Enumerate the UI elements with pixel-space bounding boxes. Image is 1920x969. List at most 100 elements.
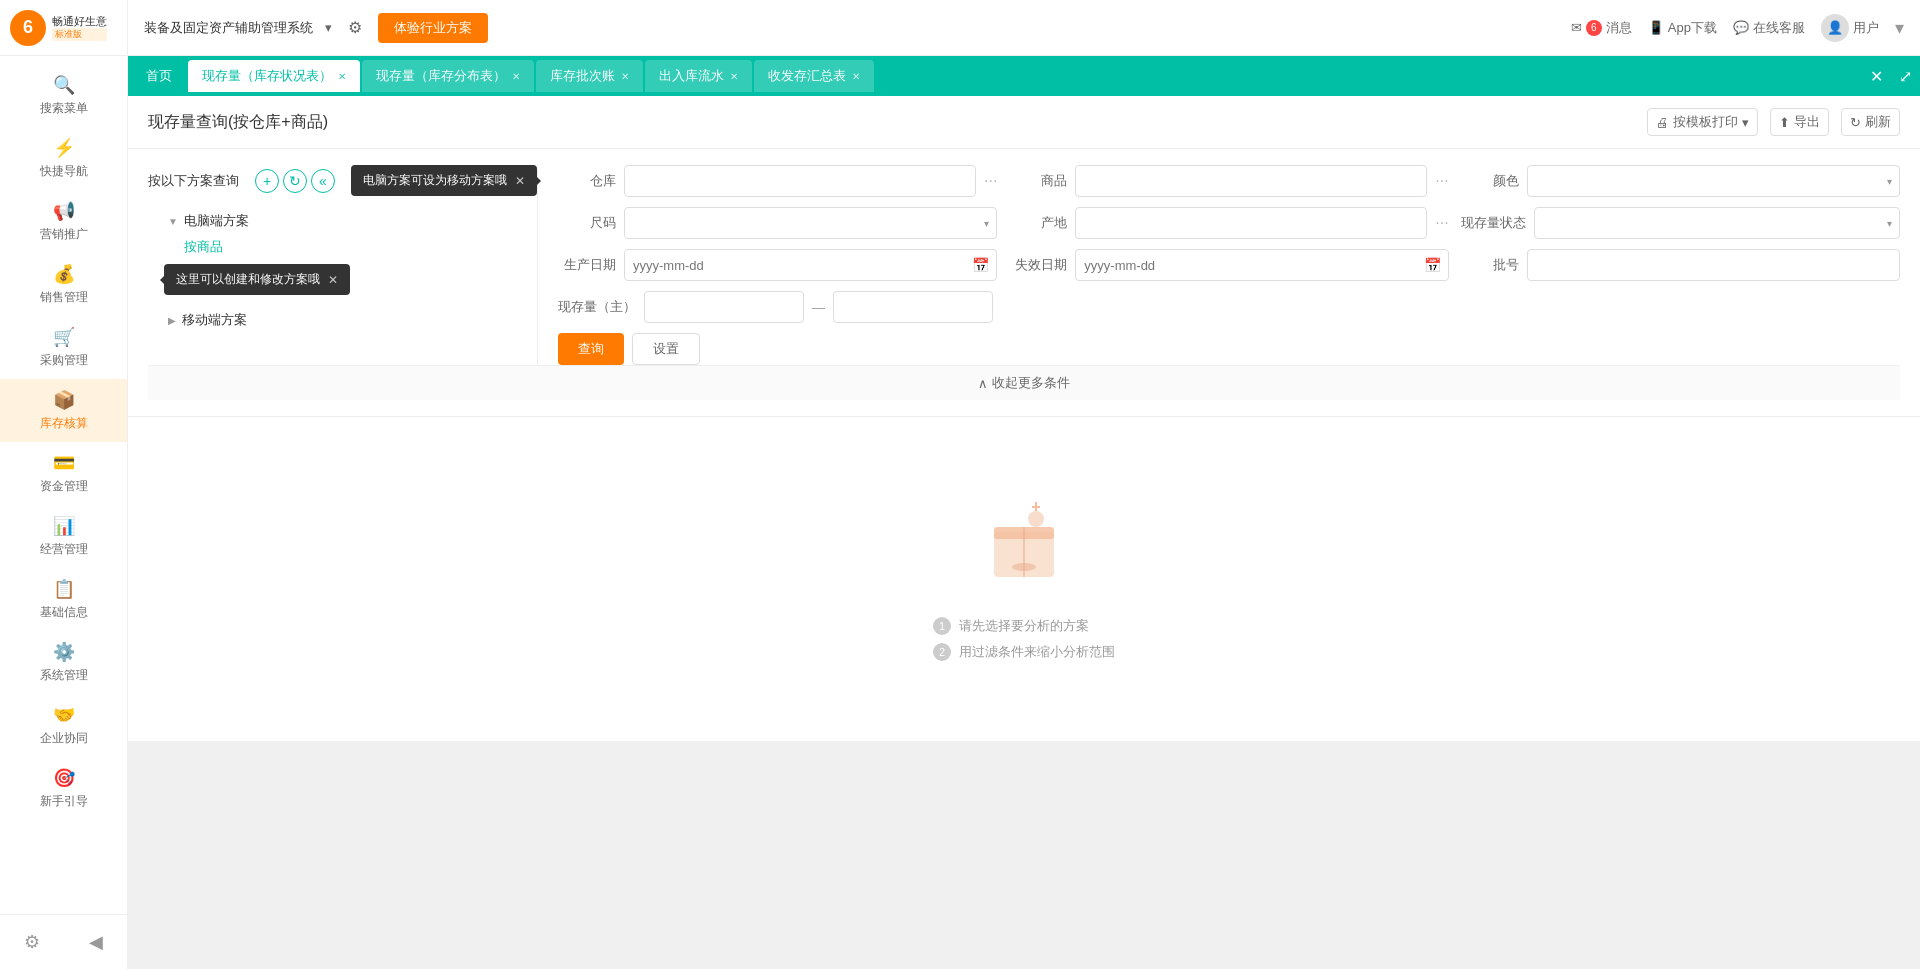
scheme-tooltip-2: 这里可以创建和修改方案哦 ✕	[164, 264, 350, 295]
sidebar-item-purchase[interactable]: 🛒 采购管理	[0, 316, 127, 379]
gear-button[interactable]: ⚙	[344, 14, 366, 41]
warehouse-input[interactable]	[624, 165, 976, 197]
exp-date-calendar-icon[interactable]: 📅	[1424, 257, 1441, 273]
scheme-mobile-label: 移动端方案	[182, 311, 247, 329]
page-header: 现存量查询(按仓库+商品) 🖨 按模板打印 ▾ ⬆ 导出 ↻ 刷新	[128, 96, 1920, 149]
inv-status-select-wrap: ▾	[1534, 207, 1900, 239]
finance-icon: 💳	[53, 452, 75, 474]
filter-label: 按以下方案查询	[148, 172, 239, 190]
collapse-sidebar-btn[interactable]: ◀	[83, 925, 109, 959]
scheme-subitem[interactable]: 按商品	[148, 234, 517, 260]
prod-date-calendar-icon[interactable]: 📅	[972, 257, 989, 273]
origin-dots[interactable]: ···	[1435, 214, 1448, 232]
solution-button[interactable]: 体验行业方案	[378, 13, 488, 43]
export-button[interactable]: ⬆ 导出	[1770, 108, 1829, 136]
tab-inout[interactable]: 出入库流水 ✕	[645, 60, 752, 92]
tab-batch[interactable]: 库存批次账 ✕	[536, 60, 643, 92]
tab-inv-dist-close[interactable]: ✕	[512, 71, 520, 82]
sidebar-item-basic[interactable]: 📋 基础信息	[0, 568, 127, 631]
support-button[interactable]: 💬 在线客服	[1733, 19, 1805, 37]
search-button[interactable]: 查询	[558, 333, 624, 365]
tab-expand-btn[interactable]: ⤢	[1895, 63, 1916, 90]
scheme-section: ▼ 电脑端方案 按商品 这里可以创建和修改方案哦 ✕	[148, 208, 537, 333]
filter-row-3: 生产日期 📅 失效日期 📅	[558, 249, 1900, 281]
user-button[interactable]: 👤 用户	[1821, 14, 1879, 42]
inv-qty-dash: —	[812, 300, 825, 315]
exp-date-input[interactable]	[1075, 249, 1448, 281]
tab-inv-status[interactable]: 现存量（库存状况表） ✕	[188, 60, 360, 92]
tab-batch-close[interactable]: ✕	[621, 71, 629, 82]
size-select[interactable]	[624, 207, 997, 239]
sidebar-item-sales[interactable]: 💰 销售管理	[0, 253, 127, 316]
message-button[interactable]: ✉ 6 消息	[1571, 19, 1632, 37]
sidebar-item-label: 快捷导航	[40, 163, 88, 180]
batch-no-input[interactable]	[1527, 249, 1900, 281]
sidebar-item-quick-nav[interactable]: ⚡ 快捷导航	[0, 127, 127, 190]
user-avatar: 👤	[1821, 14, 1849, 42]
page-title: 现存量查询(按仓库+商品)	[148, 112, 328, 133]
sidebar-item-search[interactable]: 🔍 搜索菜单	[0, 64, 127, 127]
tab-recv-sum[interactable]: 收发存汇总表 ✕	[754, 60, 874, 92]
operations-icon: 📊	[53, 515, 75, 537]
printer-icon: 🖨	[1656, 115, 1669, 130]
tab-inv-status-close[interactable]: ✕	[338, 71, 346, 82]
tab-inv-dist[interactable]: 现存量（库存分布表） ✕	[362, 60, 534, 92]
reset-button[interactable]: 设置	[632, 333, 700, 365]
prod-date-input[interactable]	[624, 249, 997, 281]
inv-qty-from-input[interactable]	[644, 291, 804, 323]
sidebar-item-finance[interactable]: 💳 资金管理	[0, 442, 127, 505]
sidebar-item-label: 销售管理	[40, 289, 88, 306]
origin-input[interactable]	[1075, 207, 1427, 239]
step-1-num: 1	[933, 617, 951, 635]
back-scheme-btn[interactable]: «	[311, 169, 335, 193]
inventory-icon: 📦	[53, 389, 75, 411]
step-2-num: 2	[933, 643, 951, 661]
sidebar-item-label: 基础信息	[40, 604, 88, 621]
inv-status-select[interactable]	[1534, 207, 1900, 239]
goods-field: 商品 ···	[1009, 165, 1448, 197]
color-select[interactable]	[1527, 165, 1900, 197]
exp-date-label: 失效日期	[1009, 256, 1067, 274]
sidebar-item-enterprise[interactable]: 🤝 企业协同	[0, 694, 127, 757]
sidebar: 6 畅通好生意 标准版 🔍 搜索菜单 ⚡ 快捷导航 📢 营销推广 💰 销售管理 …	[0, 0, 128, 969]
tab-close-all-btn[interactable]: ✕	[1866, 63, 1887, 90]
scheme-item-mobile[interactable]: ▶ 移动端方案	[148, 307, 517, 333]
goods-dots[interactable]: ···	[1435, 172, 1448, 190]
goods-input[interactable]	[1075, 165, 1427, 197]
batch-no-field: 批号	[1461, 249, 1900, 281]
tab-recv-sum-close[interactable]: ✕	[852, 71, 860, 82]
warehouse-label: 仓库	[558, 172, 616, 190]
sidebar-item-guide[interactable]: 🎯 新手引导	[0, 757, 127, 820]
tab-home[interactable]: 首页	[132, 60, 186, 92]
filter-area: 按以下方案查询 + ↻ « 电脑方案可设为移动方案哦 ✕	[128, 149, 1920, 417]
origin-field: 产地 ···	[1009, 207, 1448, 239]
sidebar-item-operations[interactable]: 📊 经营管理	[0, 505, 127, 568]
refresh-button[interactable]: ↻ 刷新	[1841, 108, 1900, 136]
system-select[interactable]: ▾	[325, 20, 332, 35]
user-dropdown-icon[interactable]: ▾	[1895, 17, 1904, 39]
content-area: 现存量查询(按仓库+商品) 🖨 按模板打印 ▾ ⬆ 导出 ↻ 刷新	[128, 96, 1920, 741]
sidebar-item-marketing[interactable]: 📢 营销推广	[0, 190, 127, 253]
collapse-row[interactable]: ∧ 收起更多条件	[148, 365, 1900, 400]
refresh-scheme-btn[interactable]: ↻	[283, 169, 307, 193]
tooltip1-close[interactable]: ✕	[515, 174, 525, 188]
logo-text: 畅通好生意 标准版	[52, 14, 107, 42]
sidebar-item-system[interactable]: ⚙️ 系统管理	[0, 631, 127, 694]
header-right: ✉ 6 消息 📱 App下载 💬 在线客服 👤 用户 ▾	[1571, 14, 1904, 42]
main-content: 现存量查询(按仓库+商品) 🖨 按模板打印 ▾ ⬆ 导出 ↻ 刷新	[128, 96, 1920, 969]
scheme-item-pc[interactable]: ▼ 电脑端方案	[148, 208, 517, 234]
app-download-button[interactable]: 📱 App下载	[1648, 19, 1717, 37]
color-select-wrap: ▾	[1527, 165, 1900, 197]
print-button[interactable]: 🖨 按模板打印 ▾	[1647, 108, 1758, 136]
scheme-subitem-label: 按商品	[184, 238, 223, 256]
add-scheme-btn[interactable]: +	[255, 169, 279, 193]
sidebar-item-inventory[interactable]: 📦 库存核算	[0, 379, 127, 442]
warehouse-dots[interactable]: ···	[984, 172, 997, 190]
tab-inout-close[interactable]: ✕	[730, 71, 738, 82]
tab-inout-label: 出入库流水	[659, 67, 724, 85]
inv-qty-to-input[interactable]	[833, 291, 993, 323]
settings-bottom-btn[interactable]: ⚙	[18, 925, 46, 959]
search-icon: 🔍	[53, 74, 75, 96]
tooltip2-close[interactable]: ✕	[328, 273, 338, 287]
exp-date-wrap: 📅	[1075, 249, 1448, 281]
